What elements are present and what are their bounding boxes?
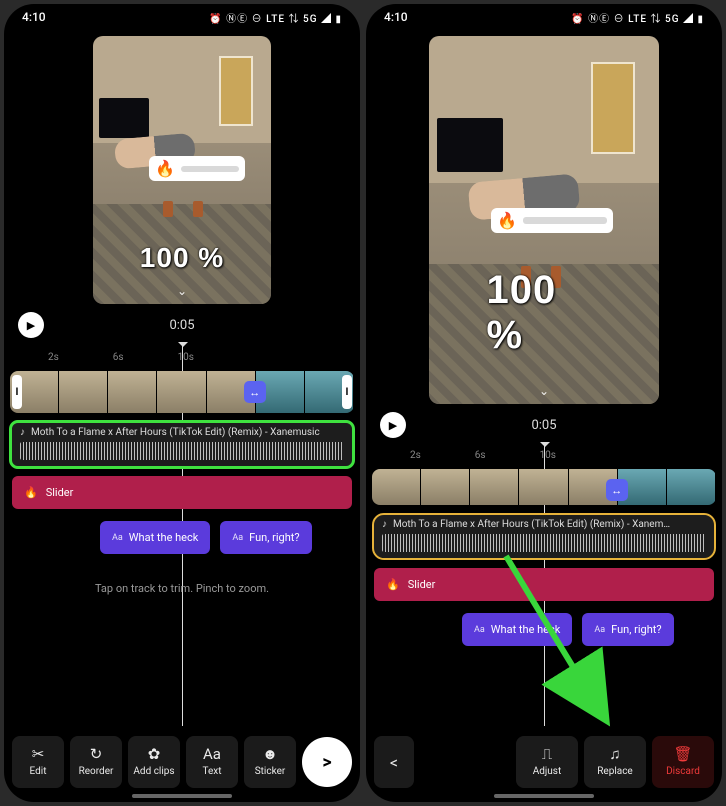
- time-ruler: 2s6s10s: [42, 352, 360, 367]
- status-bar: 4:10 ⏰ ⓃⒺ ⊖ LTE ⇅ 5G ◢ ▮: [366, 4, 722, 30]
- transition-icon[interactable]: ↔: [606, 479, 628, 501]
- push-up-bars: [163, 201, 203, 217]
- phone-screen-right: 4:10 ⏰ ⓃⒺ ⊖ LTE ⇅ 5G ◢ ▮ 🔥 100 % ⌄ ▶ 0:0…: [366, 4, 722, 802]
- scissors-icon: ✂: [32, 747, 45, 762]
- percent-text: 100 %: [487, 268, 602, 358]
- playback-row: ▶ 0:05: [4, 304, 360, 346]
- playback-row: ▶ 0:05: [366, 404, 722, 446]
- text-track: Aa What the heck Aa Fun, right?: [462, 613, 716, 646]
- edit-button[interactable]: ✂ Edit: [12, 736, 64, 788]
- status-icons: ⏰ ⓃⒺ ⊖ LTE ⇅ 5G ◢ ▮: [571, 10, 704, 25]
- text-chip-label: What the heck: [129, 531, 199, 544]
- aa-icon: Aa: [474, 625, 485, 635]
- timeline[interactable]: 2s6s10s ↔ ♪ Moth To a Flame x After Hour…: [366, 446, 722, 726]
- slider-bar: [523, 217, 607, 224]
- add-clips-icon: ✿: [148, 747, 161, 762]
- bottom-toolbar: ✂ Edit ↻ Reorder ✿ Add clips Aa Text ☻ S…: [4, 726, 360, 802]
- sticker-button[interactable]: ☻ Sticker: [244, 736, 296, 788]
- transition-icon[interactable]: ↔: [244, 381, 266, 403]
- adjust-icon: ⎍: [542, 747, 553, 762]
- reorder-icon: ↻: [90, 747, 103, 762]
- preview-area: 🔥 100 % ⌄ ▶ 0:05: [366, 30, 722, 446]
- text-chip-label: What the heck: [491, 623, 561, 636]
- reorder-button[interactable]: ↻ Reorder: [70, 736, 122, 788]
- text-chip-label: Fun, right?: [611, 623, 661, 636]
- text-chip-1[interactable]: Aa What the heck: [462, 613, 572, 646]
- fire-icon: 🔥: [386, 578, 400, 591]
- video-preview[interactable]: 🔥 100 % ⌄: [429, 36, 659, 404]
- door: [219, 56, 253, 126]
- timeline[interactable]: 2s6s10s I ↔ I ♪ Moth To a Flame x After …: [4, 346, 360, 726]
- bottom-toolbar: < ⎍ Adjust ♫ Replace 🗑 Discard: [366, 726, 722, 802]
- emoji-slider-sticker[interactable]: 🔥: [149, 156, 245, 181]
- tv: [437, 118, 503, 172]
- waveform: [382, 534, 706, 552]
- slider-track[interactable]: 🔥 Slider: [12, 476, 352, 509]
- slider-label: Slider: [46, 486, 74, 499]
- aa-icon: Aa: [232, 533, 243, 543]
- play-button[interactable]: ▶: [380, 412, 406, 438]
- video-track[interactable]: I ↔ I: [10, 371, 354, 413]
- trim-handle-right[interactable]: I: [342, 375, 352, 409]
- trim-handle-left[interactable]: I: [12, 375, 22, 409]
- audio-track-selected[interactable]: ♪ Moth To a Flame x After Hours (TikTok …: [374, 515, 714, 558]
- slider-bar: [181, 166, 239, 172]
- slider-track[interactable]: 🔥 Slider: [374, 568, 714, 601]
- playback-time: 0:05: [169, 318, 194, 333]
- fire-icon: 🔥: [497, 211, 517, 230]
- video-preview[interactable]: 🔥 100 % ⌄: [93, 36, 271, 304]
- playback-time: 0:05: [531, 418, 556, 433]
- preview-area: 🔥 100 % ⌄ ▶ 0:05: [4, 30, 360, 346]
- door: [591, 62, 635, 154]
- clock: 4:10: [22, 10, 46, 24]
- chevron-down-icon[interactable]: ⌄: [539, 384, 549, 398]
- aa-icon: Aa: [594, 625, 605, 635]
- percent-text: 100 %: [140, 242, 224, 274]
- hint-text: Tap on track to trim. Pinch to zoom.: [10, 582, 354, 595]
- audio-title: Moth To a Flame x After Hours (TikTok Ed…: [393, 519, 670, 530]
- replace-button[interactable]: ♫ Replace: [584, 736, 646, 788]
- clock: 4:10: [384, 10, 408, 24]
- trash-icon: 🗑: [673, 747, 692, 762]
- video-track[interactable]: ↔: [372, 469, 716, 505]
- prev-button[interactable]: <: [374, 736, 414, 788]
- home-indicator[interactable]: [494, 794, 594, 798]
- music-note-icon: ♪: [382, 519, 387, 530]
- sticker-icon: ☻: [262, 747, 278, 762]
- text-icon: Aa: [203, 747, 221, 762]
- adjust-button[interactable]: ⎍ Adjust: [516, 736, 578, 788]
- status-icons: ⏰ ⓃⒺ ⊖ LTE ⇅ 5G ◢ ▮: [209, 10, 342, 25]
- slider-label: Slider: [408, 578, 436, 591]
- next-button[interactable]: >: [302, 737, 352, 787]
- audio-track-selected[interactable]: ♪ Moth To a Flame x After Hours (TikTok …: [12, 423, 352, 466]
- text-track: Aa What the heck Aa Fun, right?: [100, 521, 354, 554]
- replace-icon: ♫: [609, 747, 620, 762]
- time-ruler: 2s6s10s: [404, 450, 722, 465]
- fire-icon: 🔥: [155, 159, 175, 178]
- aa-icon: Aa: [112, 533, 123, 543]
- text-chip-2[interactable]: Aa Fun, right?: [582, 613, 673, 646]
- waveform: [20, 442, 344, 460]
- chevron-down-icon[interactable]: ⌄: [177, 284, 187, 298]
- add-clips-button[interactable]: ✿ Add clips: [128, 736, 180, 788]
- music-note-icon: ♪: [20, 427, 25, 438]
- text-chip-label: Fun, right?: [249, 531, 299, 544]
- play-button[interactable]: ▶: [18, 312, 44, 338]
- text-chip-1[interactable]: Aa What the heck: [100, 521, 210, 554]
- phone-screen-left: 4:10 ⏰ ⓃⒺ ⊖ LTE ⇅ 5G ◢ ▮ 🔥 100 % ⌄ ▶ 0:0…: [4, 4, 360, 802]
- home-indicator[interactable]: [132, 794, 232, 798]
- text-chip-2[interactable]: Aa Fun, right?: [220, 521, 311, 554]
- audio-title: Moth To a Flame x After Hours (TikTok Ed…: [31, 427, 320, 438]
- text-button[interactable]: Aa Text: [186, 736, 238, 788]
- emoji-slider-sticker[interactable]: 🔥: [491, 208, 613, 233]
- tv: [99, 98, 149, 138]
- fire-icon: 🔥: [24, 486, 38, 499]
- discard-button[interactable]: 🗑 Discard: [652, 736, 714, 788]
- status-bar: 4:10 ⏰ ⓃⒺ ⊖ LTE ⇅ 5G ◢ ▮: [4, 4, 360, 30]
